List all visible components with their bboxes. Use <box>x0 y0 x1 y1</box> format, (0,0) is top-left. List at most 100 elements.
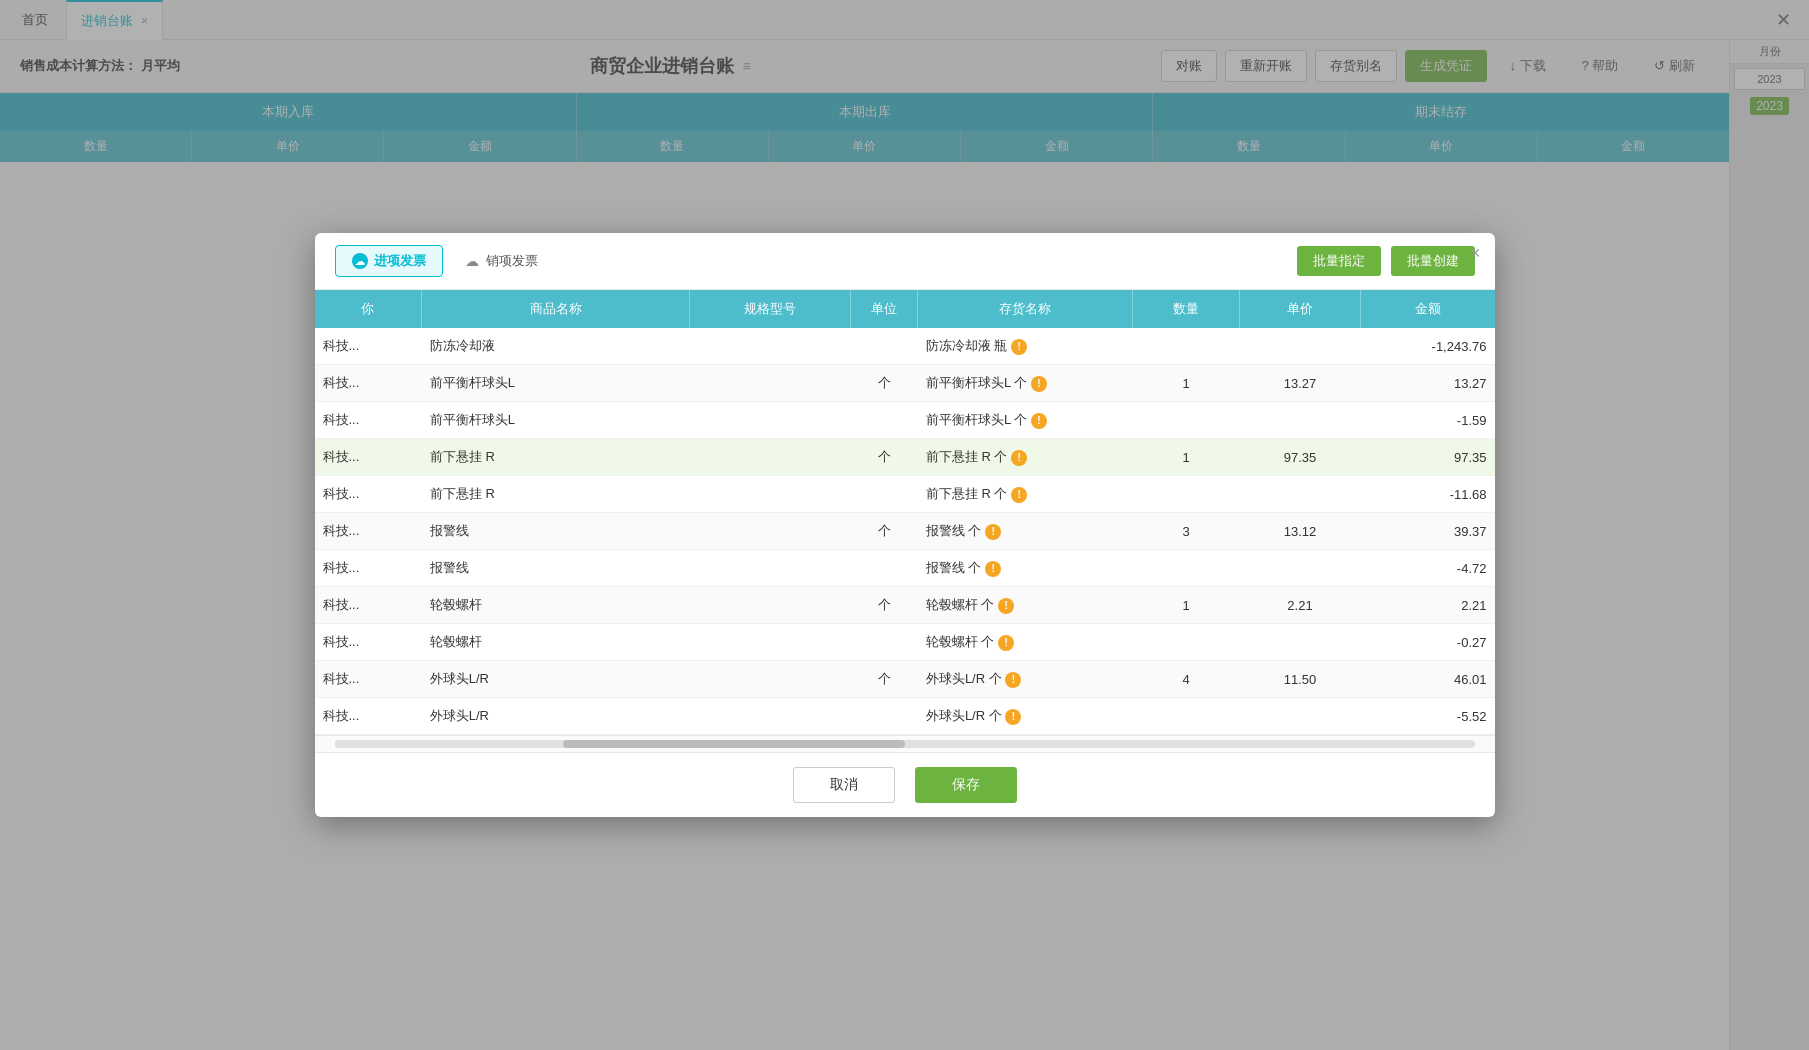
table-cell <box>690 587 851 624</box>
table-header-row: 你 商品名称 规格型号 单位 存货名称 数量 单价 金额 <box>315 290 1495 328</box>
table-cell: -1,243.76 <box>1360 328 1494 365</box>
table-cell <box>1240 550 1361 587</box>
table-cell: 1 <box>1132 587 1239 624</box>
table-row[interactable]: 科技...外球头L/R外球头L/R 个 !-5.52 <box>315 698 1495 735</box>
warn-icon: ! <box>1005 672 1021 688</box>
table-cell: 报警线 <box>422 550 690 587</box>
table-cell: 11.50 <box>1240 661 1361 698</box>
dialog-close-button[interactable]: × <box>1470 243 1481 264</box>
dialog-header: ☁ 进项发票 ☁ 销项发票 批量指定 批量创建 × <box>315 233 1495 290</box>
table-cell: 防冻冷却液 瓶 ! <box>918 328 1133 365</box>
warn-icon: ! <box>985 561 1001 577</box>
warn-icon: ! <box>1011 450 1027 466</box>
table-row[interactable]: 科技...前下悬挂 R个前下悬挂 R 个 !197.3597.35 <box>315 439 1495 476</box>
batch-create-button[interactable]: 批量创建 <box>1391 246 1475 276</box>
table-cell: 13.27 <box>1240 365 1361 402</box>
table-cell: 科技... <box>315 402 422 439</box>
table-cell <box>851 624 918 661</box>
table-cell: 轮毂螺杆 <box>422 624 690 661</box>
table-row[interactable]: 科技...轮毂螺杆个轮毂螺杆 个 !12.212.21 <box>315 587 1495 624</box>
table-cell: 科技... <box>315 698 422 735</box>
table-row[interactable]: 科技...防冻冷却液防冻冷却液 瓶 !-1,243.76 <box>315 328 1495 365</box>
warn-icon: ! <box>998 598 1014 614</box>
table-row[interactable]: 科技...前平衡杆球头L前平衡杆球头L 个 !-1.59 <box>315 402 1495 439</box>
table-cell <box>851 328 918 365</box>
save-button[interactable]: 保存 <box>915 767 1017 803</box>
table-cell: -1.59 <box>1360 402 1494 439</box>
dialog: ☁ 进项发票 ☁ 销项发票 批量指定 批量创建 × 你 商品名称 规格型号 <box>315 233 1495 817</box>
warn-icon: ! <box>985 524 1001 540</box>
table-cell: 外球头L/R <box>422 661 690 698</box>
dialog-table-body: 科技...防冻冷却液防冻冷却液 瓶 !-1,243.76科技...前平衡杆球头L… <box>315 328 1495 735</box>
warn-icon: ! <box>1011 487 1027 503</box>
col-amount-header: 金额 <box>1360 290 1494 328</box>
table-cell: 前平衡杆球头L <box>422 365 690 402</box>
cancel-button[interactable]: 取消 <box>793 767 895 803</box>
batch-assign-button[interactable]: 批量指定 <box>1297 246 1381 276</box>
table-row[interactable]: 科技...外球头L/R个外球头L/R 个 !411.5046.01 <box>315 661 1495 698</box>
col-name-header: 你 <box>315 290 422 328</box>
warn-icon: ! <box>1011 339 1027 355</box>
warn-icon: ! <box>1031 376 1047 392</box>
table-cell <box>851 402 918 439</box>
table-cell: -4.72 <box>1360 550 1494 587</box>
table-cell: -0.27 <box>1360 624 1494 661</box>
dialog-table-wrap: 你 商品名称 规格型号 单位 存货名称 数量 单价 金额 科技...防冻冷却液防… <box>315 290 1495 735</box>
table-cell <box>1240 698 1361 735</box>
table-row[interactable]: 科技...报警线个报警线 个 !313.1239.37 <box>315 513 1495 550</box>
table-cell <box>690 402 851 439</box>
tab-in-button[interactable]: ☁ 进项发票 <box>335 245 443 277</box>
table-cell <box>1132 328 1239 365</box>
table-row[interactable]: 科技...轮毂螺杆轮毂螺杆 个 !-0.27 <box>315 624 1495 661</box>
table-cell: 外球头L/R 个 ! <box>918 698 1133 735</box>
table-cell <box>851 550 918 587</box>
table-cell <box>690 439 851 476</box>
table-cell: 个 <box>851 439 918 476</box>
table-cell: 46.01 <box>1360 661 1494 698</box>
table-cell <box>690 476 851 513</box>
table-cell: 4 <box>1132 661 1239 698</box>
scroll-bar-wrap <box>315 735 1495 752</box>
table-cell: 科技... <box>315 587 422 624</box>
table-cell: 外球头L/R <box>422 698 690 735</box>
table-cell: 科技... <box>315 550 422 587</box>
col-qty-header: 数量 <box>1132 290 1239 328</box>
table-cell: 外球头L/R 个 ! <box>918 661 1133 698</box>
table-cell <box>690 624 851 661</box>
table-cell: 科技... <box>315 365 422 402</box>
table-cell <box>690 698 851 735</box>
table-cell: 报警线 个 ! <box>918 513 1133 550</box>
table-cell: 科技... <box>315 661 422 698</box>
table-cell: 防冻冷却液 <box>422 328 690 365</box>
table-cell: 97.35 <box>1240 439 1361 476</box>
table-cell: 前平衡杆球头L 个 ! <box>918 402 1133 439</box>
col-stock-header: 存货名称 <box>918 290 1133 328</box>
table-cell: 科技... <box>315 439 422 476</box>
table-cell: 报警线 个 ! <box>918 550 1133 587</box>
table-cell <box>690 513 851 550</box>
table-cell: 1 <box>1132 365 1239 402</box>
table-row[interactable]: 科技...前下悬挂 R前下悬挂 R 个 !-11.68 <box>315 476 1495 513</box>
table-cell: 个 <box>851 513 918 550</box>
scroll-bar[interactable] <box>335 740 1475 748</box>
tab-out-button[interactable]: ☁ 销项发票 <box>447 245 555 277</box>
table-cell <box>1132 476 1239 513</box>
table-cell: 13.27 <box>1360 365 1494 402</box>
warn-icon: ! <box>998 635 1014 651</box>
table-cell: 报警线 <box>422 513 690 550</box>
table-cell <box>851 698 918 735</box>
table-cell <box>690 328 851 365</box>
table-row[interactable]: 科技...报警线 报警线 个 ! -4.72 <box>315 550 1495 587</box>
table-cell <box>1240 402 1361 439</box>
tab-in-label: 进项发票 <box>374 252 426 270</box>
table-cell <box>851 476 918 513</box>
scroll-thumb[interactable] <box>563 740 905 748</box>
table-row[interactable]: 科技...前平衡杆球头L个前平衡杆球头L 个 !113.2713.27 <box>315 365 1495 402</box>
table-cell <box>1132 402 1239 439</box>
table-cell: 39.37 <box>1360 513 1494 550</box>
table-cell: 前下悬挂 R 个 ! <box>918 476 1133 513</box>
table-cell: 科技... <box>315 476 422 513</box>
warn-icon: ! <box>1005 709 1021 725</box>
col-spec-header: 规格型号 <box>690 290 851 328</box>
table-cell: 轮毂螺杆 个 ! <box>918 587 1133 624</box>
